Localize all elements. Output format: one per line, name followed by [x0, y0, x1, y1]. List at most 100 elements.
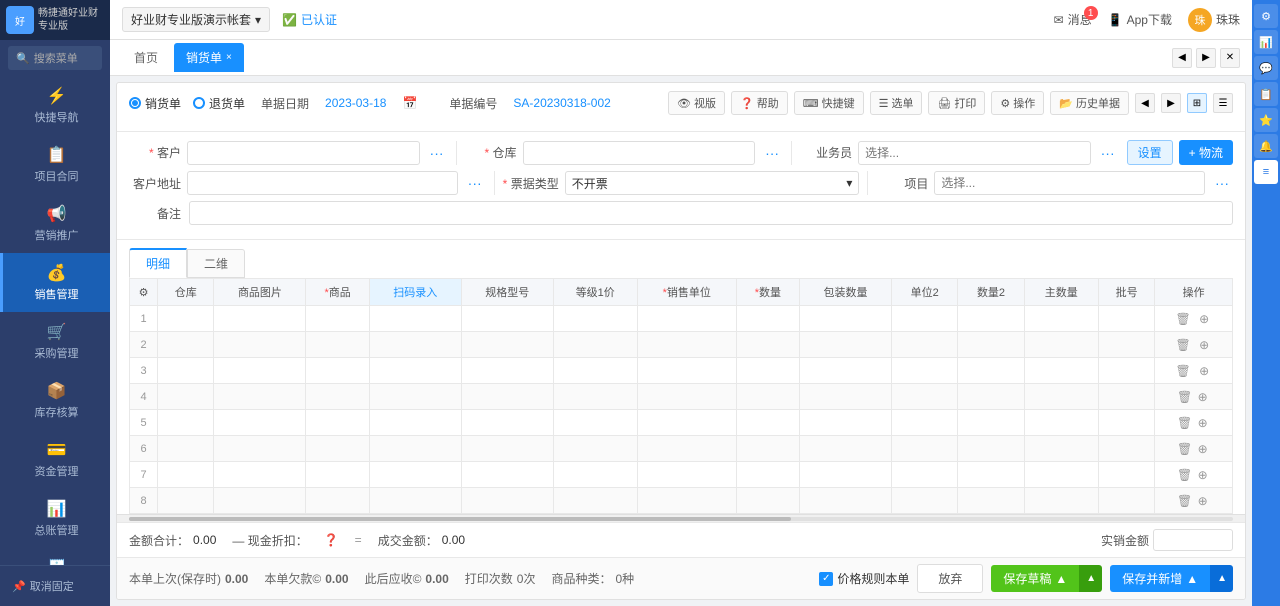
address-input[interactable]	[187, 171, 458, 195]
right-panel-icon-6[interactable]: 🔔	[1254, 134, 1278, 158]
nav-left-button[interactable]: ◀	[1135, 93, 1155, 113]
td-warehouse[interactable]	[158, 332, 214, 358]
company-selector[interactable]: 好业财专业版演示帐套 ▾	[122, 7, 270, 32]
staff-dots[interactable]: ···	[1097, 145, 1119, 161]
add-logistics-button[interactable]: + 物流	[1179, 140, 1233, 165]
td-pack-qty[interactable]	[800, 306, 892, 332]
td-import[interactable]	[369, 332, 461, 358]
td-import[interactable]	[369, 306, 461, 332]
tab-sale-order[interactable]: 销货单 ×	[174, 43, 244, 72]
td-spec[interactable]	[461, 332, 553, 358]
td-qty2[interactable]	[958, 358, 1024, 384]
right-panel-icon-3[interactable]: 💬	[1254, 56, 1278, 80]
op-button[interactable]: ⚙ 操作	[991, 91, 1044, 115]
delete-row-icon[interactable]: 🗑	[1174, 336, 1192, 354]
shiji-input[interactable]: 0.00	[1153, 529, 1233, 551]
td-spec[interactable]	[461, 306, 553, 332]
sidebar-item-project[interactable]: 📋 项目合同	[0, 135, 110, 194]
copy-row-icon[interactable]: ⊕	[1194, 492, 1212, 510]
td-unit2[interactable]	[891, 332, 957, 358]
td-main-qty[interactable]	[1024, 358, 1098, 384]
help-icon-wrap[interactable]: ❓	[324, 533, 339, 547]
th-settings[interactable]: ⚙	[130, 279, 158, 306]
radio-sale[interactable]: 销货单	[129, 95, 181, 112]
right-panel-icon-7[interactable]: ≡	[1254, 160, 1278, 184]
right-panel-icon-5[interactable]: ⭐	[1254, 108, 1278, 132]
delete-row-icon[interactable]: 🗑	[1176, 466, 1194, 484]
sidebar-item-marketing[interactable]: 📢 营销推广	[0, 194, 110, 253]
sidebar-item-capital[interactable]: 💳 资金管理	[0, 430, 110, 489]
td-pack-qty[interactable]	[800, 358, 892, 384]
settings-button[interactable]: 设置	[1127, 140, 1173, 165]
td-warehouse[interactable]	[158, 306, 214, 332]
td-qty[interactable]	[736, 358, 799, 384]
sidebar-item-quick-nav[interactable]: ⚡ 快捷导航	[0, 76, 110, 135]
help-button[interactable]: ❓ 帮助	[731, 91, 788, 115]
td-unit[interactable]	[637, 358, 736, 384]
copy-row-icon[interactable]: ⊕	[1195, 336, 1213, 354]
right-panel-icon-2[interactable]: 📊	[1254, 30, 1278, 54]
td-qty2[interactable]	[958, 332, 1024, 358]
sidebar-pin-button[interactable]: 📌 取消固定	[8, 572, 102, 600]
td-product[interactable]	[306, 332, 369, 358]
staff-input[interactable]	[858, 141, 1091, 165]
abandon-button[interactable]: 放弃	[917, 564, 983, 593]
shortcut-button[interactable]: ⌨ 快捷键	[794, 91, 864, 115]
td-unit[interactable]	[637, 306, 736, 332]
warehouse-input[interactable]: 小卖仓库	[523, 141, 756, 165]
sidebar-item-sales[interactable]: 💰 销售管理	[0, 253, 110, 312]
horizontal-scrollbar[interactable]	[117, 514, 1245, 522]
message-button[interactable]: ✉ 消息 1	[1054, 11, 1092, 28]
print-button[interactable]: 🖨 打印	[928, 91, 985, 115]
tab-close-button[interactable]: ×	[226, 52, 232, 63]
user-menu[interactable]: 珠 珠珠	[1188, 8, 1240, 32]
td-product[interactable]	[306, 358, 369, 384]
td-import[interactable]	[369, 358, 461, 384]
grid-view-button[interactable]: ⊞	[1187, 93, 1207, 113]
td-batch[interactable]	[1098, 306, 1154, 332]
project-input[interactable]	[934, 171, 1205, 195]
td-pack-qty[interactable]	[800, 332, 892, 358]
save-draft-arrow-button[interactable]: ▲	[1079, 565, 1102, 592]
td-price1[interactable]	[553, 358, 637, 384]
tab-prev-button[interactable]: ◀	[1172, 48, 1192, 68]
td-main-qty[interactable]	[1024, 306, 1098, 332]
save-new-button[interactable]: 保存并新增 ▲	[1110, 565, 1210, 592]
delete-row-icon[interactable]: 🗑	[1174, 362, 1192, 380]
td-qty2[interactable]	[958, 306, 1024, 332]
customer-input[interactable]	[187, 141, 420, 165]
tab-home[interactable]: 首页	[122, 43, 170, 72]
td-batch[interactable]	[1098, 358, 1154, 384]
history-button[interactable]: 📂 历史单据	[1050, 91, 1129, 115]
tab-2d[interactable]: 二维	[187, 249, 245, 278]
td-price1[interactable]	[553, 306, 637, 332]
td-spec[interactable]	[461, 358, 553, 384]
list-view-button[interactable]: ☰	[1213, 93, 1233, 113]
copy-row-icon[interactable]: ⊕	[1194, 466, 1212, 484]
sidebar-item-inventory[interactable]: 📦 库存核算	[0, 371, 110, 430]
delete-row-icon[interactable]: 🗑	[1176, 388, 1194, 406]
td-batch[interactable]	[1098, 332, 1154, 358]
td-unit2[interactable]	[891, 358, 957, 384]
th-import[interactable]: 扫码录入	[369, 279, 461, 306]
td-main-qty[interactable]	[1024, 332, 1098, 358]
td-unit[interactable]	[637, 332, 736, 358]
tab-detail[interactable]: 明细	[129, 248, 187, 278]
td-price1[interactable]	[553, 332, 637, 358]
right-panel-icon-1[interactable]: ⚙	[1254, 4, 1278, 28]
select-order-button[interactable]: ☰ 选单	[870, 91, 923, 115]
customer-dots[interactable]: ···	[426, 145, 448, 161]
save-draft-button[interactable]: 保存草稿 ▲	[991, 565, 1079, 592]
copy-row-icon[interactable]: ⊕	[1194, 388, 1212, 406]
save-new-arrow-button[interactable]: ▲	[1210, 565, 1233, 592]
tab-close-all-button[interactable]: ✕	[1220, 48, 1240, 68]
sidebar-item-invoice[interactable]: 🧾 发票管理	[0, 548, 110, 565]
nav-right-button[interactable]: ▶	[1161, 93, 1181, 113]
invoice-select[interactable]: 不开票 ▾	[565, 171, 860, 195]
td-product[interactable]	[306, 306, 369, 332]
td-unit2[interactable]	[891, 306, 957, 332]
sidebar-item-general[interactable]: 📊 总账管理	[0, 489, 110, 548]
right-panel-icon-4[interactable]: 📋	[1254, 82, 1278, 106]
td-warehouse[interactable]	[158, 358, 214, 384]
price-rule-checkbox[interactable]: 价格规则本单	[819, 570, 909, 587]
